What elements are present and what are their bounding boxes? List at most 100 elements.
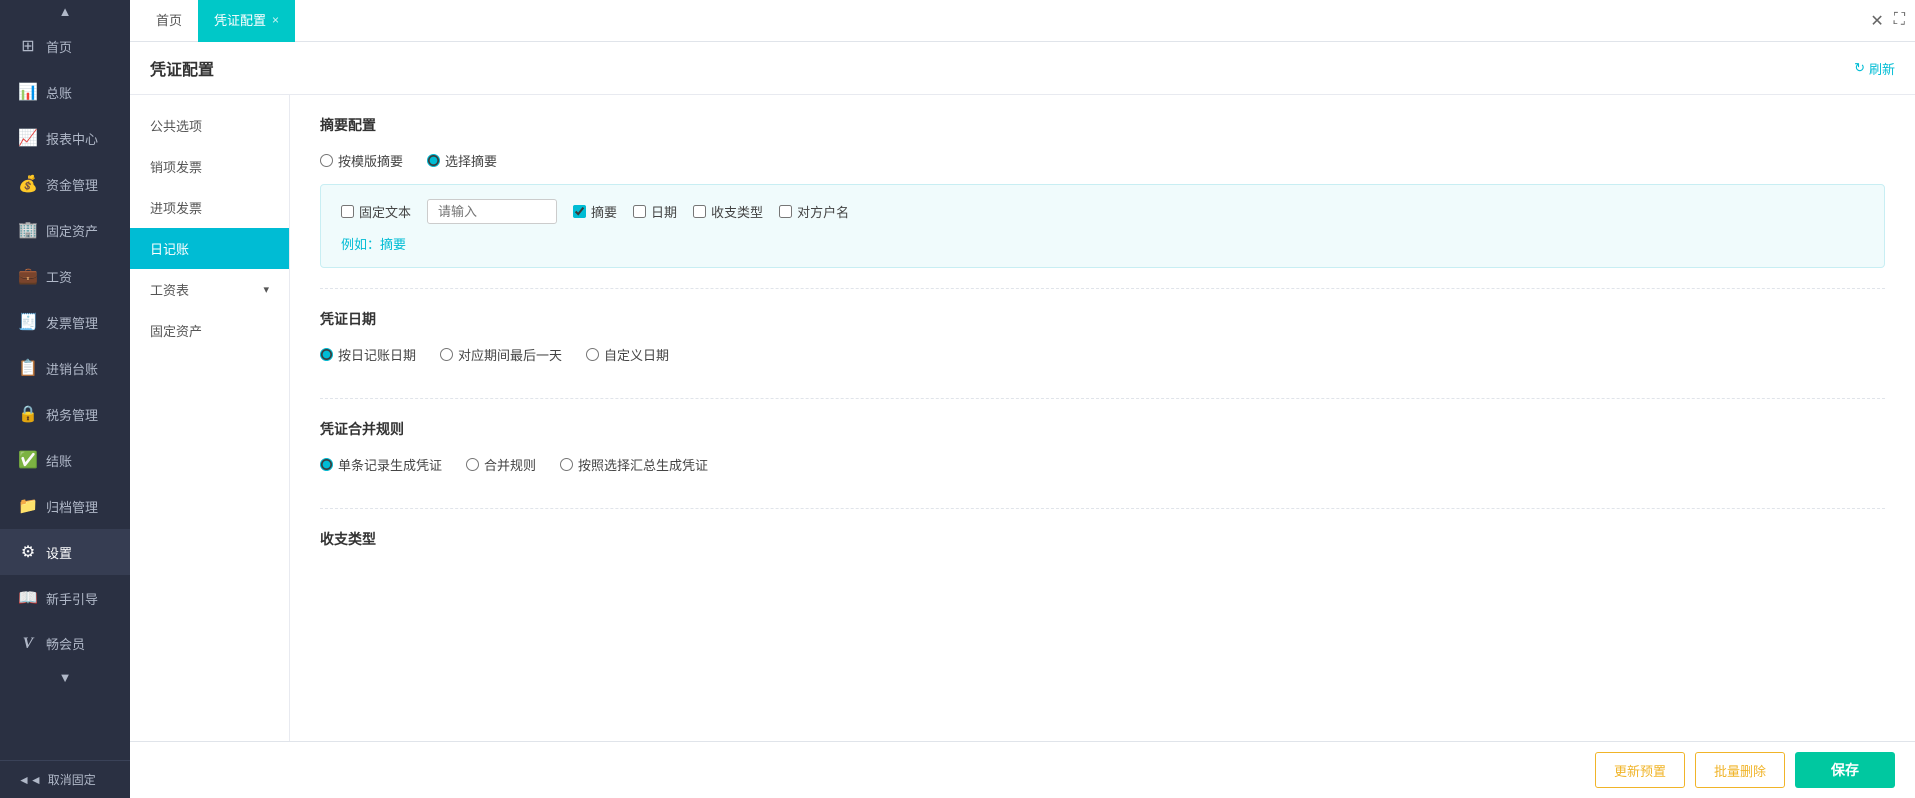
abstract-options-row: 固定文本 摘要 日期 收支类型: [341, 199, 1864, 224]
left-nav-item-purchase-invoice[interactable]: 进项发票: [130, 187, 289, 228]
sidebar-item-vip[interactable]: V 畅会员: [0, 621, 130, 666]
sidebar-item-label: 资金管理: [46, 175, 98, 194]
sidebar-item-ledger[interactable]: 📊 总账: [0, 69, 130, 115]
tab-home-label: 首页: [156, 10, 182, 29]
reports-icon: 📈: [18, 128, 38, 148]
radio-custom-date-input[interactable]: [586, 348, 599, 361]
refresh-label: 刷新: [1869, 59, 1895, 78]
sidebar-item-fixed-assets[interactable]: 🏢 固定资产: [0, 207, 130, 253]
checkbox-fixed-text-input[interactable]: [341, 205, 354, 218]
radio-by-selection-summary-label: 按照选择汇总生成凭证: [578, 455, 708, 474]
sidebar-item-home[interactable]: ⊞ 首页: [0, 23, 130, 69]
left-nav-item-payroll[interactable]: 工资表 ▾: [130, 269, 289, 310]
tab-actions: ✕ ⛶: [1870, 11, 1905, 31]
sidebar-item-label: 新手引导: [46, 589, 98, 608]
sidebar-item-invoice[interactable]: 🧾 发票管理: [0, 299, 130, 345]
radio-custom-date[interactable]: 自定义日期: [586, 345, 669, 364]
funds-icon: 💰: [18, 174, 38, 194]
checkbox-date-input[interactable]: [633, 205, 646, 218]
ledger-icon: 📊: [18, 82, 38, 102]
left-nav-item-sales-invoice[interactable]: 销项发票: [130, 146, 289, 187]
income-type-section: 收支类型: [320, 529, 1885, 585]
sidebar-item-label: 归档管理: [46, 497, 98, 516]
tab-close-icon[interactable]: ×: [272, 13, 279, 27]
radio-select-abstract-label: 选择摘要: [445, 151, 497, 170]
sidebar-item-purchase-sales[interactable]: 📋 进销台账: [0, 345, 130, 391]
tab-voucher-config-label: 凭证配置: [214, 10, 266, 29]
sidebar-item-tax[interactable]: 🔒 税务管理: [0, 391, 130, 437]
checkbox-fixed-text[interactable]: 固定文本: [341, 202, 411, 221]
radio-by-journal-date-input[interactable]: [320, 348, 333, 361]
checkbox-abstract-label: 摘要: [591, 202, 617, 221]
checkbox-date-label: 日期: [651, 202, 677, 221]
save-button[interactable]: 保存: [1795, 752, 1895, 788]
refresh-button[interactable]: ↻ 刷新: [1854, 59, 1895, 78]
checkbox-abstract[interactable]: 摘要: [573, 202, 617, 221]
radio-by-selection-summary-input[interactable]: [560, 458, 573, 471]
radio-merge-rules[interactable]: 合并规则: [466, 455, 536, 474]
checkbox-income-type[interactable]: 收支类型: [693, 202, 763, 221]
sidebar-item-guide[interactable]: 📖 新手引导: [0, 575, 130, 621]
radio-single-record[interactable]: 单条记录生成凭证: [320, 455, 442, 474]
radio-last-day-of-period-label: 对应期间最后一天: [458, 345, 562, 364]
checkbox-date[interactable]: 日期: [633, 202, 677, 221]
checkbox-income-type-input[interactable]: [693, 205, 706, 218]
merge-rules-section: 凭证合并规则 单条记录生成凭证 合并规则 按照选择汇总生成凭证: [320, 419, 1885, 509]
fixed-assets-icon: 🏢: [18, 220, 38, 240]
radio-custom-date-label: 自定义日期: [604, 345, 669, 364]
left-nav-item-fixed-assets[interactable]: 固定资产: [130, 310, 289, 351]
sidebar-item-salary[interactable]: 💼 工资: [0, 253, 130, 299]
sidebar-item-settlement[interactable]: ✅ 结账: [0, 437, 130, 483]
radio-single-record-label: 单条记录生成凭证: [338, 455, 442, 474]
checkbox-fixed-text-label: 固定文本: [359, 202, 411, 221]
tab-bar: 首页 凭证配置 × ✕ ⛶: [130, 0, 1915, 42]
radio-template-abstract[interactable]: 按模版摘要: [320, 151, 403, 170]
radio-by-journal-date[interactable]: 按日记账日期: [320, 345, 416, 364]
sidebar-item-settings[interactable]: ⚙ 设置: [0, 529, 130, 575]
abstract-config-title: 摘要配置: [320, 115, 1885, 135]
home-icon: ⊞: [18, 36, 38, 56]
checkbox-counter-name-label: 对方户名: [797, 202, 849, 221]
checkbox-abstract-input[interactable]: [573, 205, 586, 218]
left-nav-item-journal[interactable]: 日记账: [130, 228, 289, 269]
radio-by-journal-date-label: 按日记账日期: [338, 345, 416, 364]
guide-icon: 📖: [18, 588, 38, 608]
sidebar-item-label: 发票管理: [46, 313, 98, 332]
archive-icon: 📁: [18, 496, 38, 516]
radio-last-day-of-period[interactable]: 对应期间最后一天: [440, 345, 562, 364]
income-type-title: 收支类型: [320, 529, 1885, 549]
sidebar-scroll-down[interactable]: ▼: [0, 666, 130, 689]
batch-delete-button[interactable]: 批量删除: [1695, 752, 1785, 788]
merge-rules-title: 凭证合并规则: [320, 419, 1885, 439]
sidebar-item-archive[interactable]: 📁 归档管理: [0, 483, 130, 529]
radio-single-record-input[interactable]: [320, 458, 333, 471]
radio-select-abstract[interactable]: 选择摘要: [427, 151, 497, 170]
radio-by-selection-summary[interactable]: 按照选择汇总生成凭证: [560, 455, 708, 474]
abstract-example: 例如：摘要: [341, 234, 1864, 253]
checkbox-counter-name[interactable]: 对方户名: [779, 202, 849, 221]
radio-last-day-of-period-input[interactable]: [440, 348, 453, 361]
checkbox-counter-name-input[interactable]: [779, 205, 792, 218]
sidebar-item-reports[interactable]: 📈 报表中心: [0, 115, 130, 161]
radio-template-abstract-input[interactable]: [320, 154, 333, 167]
sidebar-item-funds[interactable]: 💰 资金管理: [0, 161, 130, 207]
sidebar-scroll-up[interactable]: ▲: [0, 0, 130, 23]
settings-icon: ⚙: [18, 542, 38, 562]
abstract-config-section: 摘要配置 按模版摘要 选择摘要 固定文本: [320, 115, 1885, 289]
tab-voucher-config[interactable]: 凭证配置 ×: [198, 0, 295, 42]
salary-icon: 💼: [18, 266, 38, 286]
merge-rules-radio-group: 单条记录生成凭证 合并规则 按照选择汇总生成凭证: [320, 455, 1885, 474]
radio-select-abstract-input[interactable]: [427, 154, 440, 167]
tab-home[interactable]: 首页: [140, 0, 198, 42]
window-expand-button[interactable]: ⛶: [1894, 11, 1905, 31]
left-nav-item-public-options[interactable]: 公共选项: [130, 105, 289, 146]
window-close-button[interactable]: ✕: [1870, 11, 1883, 31]
sidebar-unpin-button[interactable]: ◄◄ 取消固定: [0, 760, 130, 798]
vip-icon: V: [18, 635, 38, 653]
content-layout: 公共选项 销项发票 进项发票 日记账 工资表 ▾ 固定资产 摘要配置: [130, 95, 1915, 741]
fixed-text-input[interactable]: [427, 199, 557, 224]
sidebar-item-label: 税务管理: [46, 405, 98, 424]
radio-merge-rules-input[interactable]: [466, 458, 479, 471]
sidebar-item-label: 总账: [46, 83, 72, 102]
update-preview-button[interactable]: 更新预置: [1595, 752, 1685, 788]
